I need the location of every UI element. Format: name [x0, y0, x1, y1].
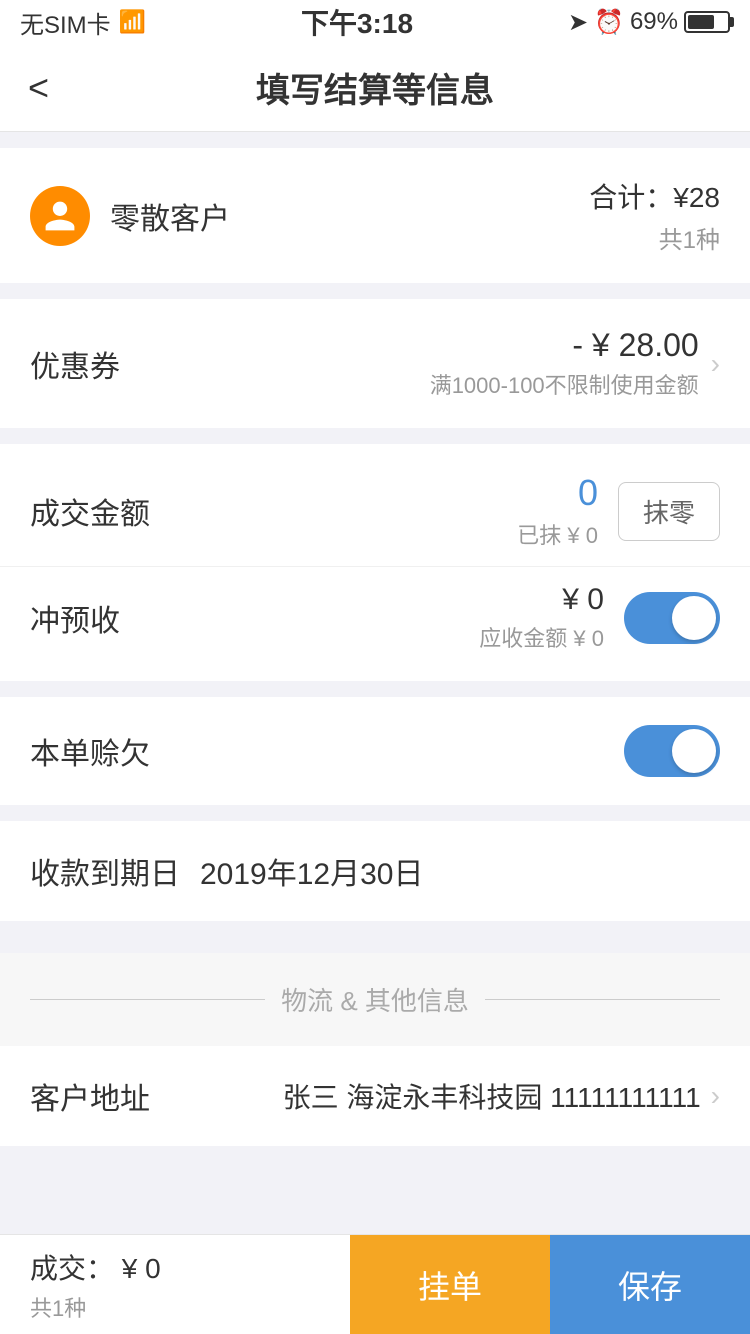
chevron-right-icon: › — [711, 348, 720, 380]
customer-left: 零散客户 — [30, 186, 230, 246]
nav-bar: < 填写结算等信息 — [0, 44, 750, 132]
bottom-count: 共1种 — [30, 1291, 320, 1323]
customer-name: 零散客户 — [110, 194, 230, 238]
customer-right: 合计：¥28 共1种 — [589, 176, 720, 255]
coupon-row[interactable]: 优惠券 - ¥ 28.00 满1000-100不限制使用金额 › — [0, 299, 750, 428]
debt-section: 本单赊欠 — [0, 697, 750, 805]
prepay-receivable: 应收金额 ¥ 0 — [479, 621, 604, 653]
status-time: 下午3:18 — [301, 2, 413, 42]
logistics-divider: 物流 & 其他信息 — [0, 953, 750, 1046]
coupon-discount: - ¥ 28.00 — [430, 327, 699, 364]
back-button[interactable]: < — [28, 67, 49, 109]
prepay-right: ¥ 0 应收金额 ¥ 0 — [479, 583, 720, 653]
status-bar: 无SIM卡 📶 下午3:18 ➤ ⏰ 69% — [0, 0, 750, 44]
amount-right: 0 已抹 ¥ 0 抹零 — [517, 472, 720, 550]
prepay-row: 冲预收 ¥ 0 应收金额 ¥ 0 — [0, 566, 750, 681]
bottom-deal: 成交： ¥ 0 — [30, 1247, 320, 1287]
wifi-icon: 📶 — [119, 9, 146, 35]
prepay-label: 冲预收 — [30, 596, 120, 640]
amount-already: 已抹 ¥ 0 — [517, 518, 598, 550]
logistics-label: 物流 & 其他信息 — [281, 981, 469, 1018]
battery-fill — [688, 15, 714, 29]
amount-value[interactable]: 0 — [517, 472, 598, 514]
debt-toggle[interactable] — [624, 725, 720, 777]
battery-icon — [684, 11, 730, 33]
debt-toggle-thumb — [672, 729, 716, 773]
user-icon — [42, 198, 78, 234]
prepay-value-block: ¥ 0 应收金额 ¥ 0 — [479, 583, 604, 653]
address-row[interactable]: 客户地址 张三 海淀永丰科技园 11111111111 › — [0, 1046, 750, 1146]
status-left: 无SIM卡 📶 — [20, 5, 146, 40]
customer-row: 零散客户 合计：¥28 共1种 — [0, 148, 750, 283]
bottom-deal-amount: ¥ 0 — [122, 1253, 161, 1284]
save-button[interactable]: 保存 — [550, 1235, 750, 1334]
status-right: ➤ ⏰ 69% — [568, 8, 730, 37]
due-date-value: 2019年12月30日 — [200, 849, 423, 893]
customer-count: 共1种 — [589, 220, 720, 255]
amount-section: 成交金额 0 已抹 ¥ 0 抹零 冲预收 ¥ 0 应收金额 ¥ 0 — [0, 444, 750, 681]
page-title: 填写结算等信息 — [256, 63, 494, 112]
address-value: 张三 海淀永丰科技园 11111111111 — [170, 1076, 701, 1116]
address-section[interactable]: 客户地址 张三 海淀永丰科技园 11111111111 › — [0, 1046, 750, 1146]
due-date-section: 收款到期日 2019年12月30日 — [0, 821, 750, 921]
hold-button[interactable]: 挂单 — [350, 1235, 550, 1334]
prepay-toggle[interactable] — [624, 592, 720, 644]
logistics-line-right — [485, 999, 720, 1000]
customer-avatar — [30, 186, 90, 246]
customer-section: 零散客户 合计：¥28 共1种 — [0, 148, 750, 283]
due-date-label: 收款到期日 — [30, 849, 180, 893]
due-date-row: 收款到期日 2019年12月30日 — [30, 849, 720, 893]
coupon-desc: 满1000-100不限制使用金额 — [430, 368, 699, 400]
debt-label: 本单赊欠 — [30, 729, 150, 773]
logistics-line-left — [30, 999, 265, 1000]
section-gap — [0, 937, 750, 953]
address-label: 客户地址 — [30, 1074, 150, 1118]
toggle-thumb — [672, 596, 716, 640]
round-button[interactable]: 抹零 — [618, 482, 720, 541]
battery-percent: 69% — [630, 8, 678, 36]
amount-label: 成交金额 — [30, 489, 150, 533]
coupon-right: - ¥ 28.00 满1000-100不限制使用金额 › — [430, 327, 720, 400]
location-icon: ➤ — [568, 8, 588, 37]
alarm-icon: ⏰ — [594, 8, 624, 37]
coupon-label: 优惠券 — [30, 342, 120, 386]
amount-row: 成交金额 0 已抹 ¥ 0 抹零 — [0, 444, 750, 566]
bottom-deal-label: 成交： — [30, 1253, 114, 1284]
bottom-bar: 成交： ¥ 0 共1种 挂单 保存 — [0, 1234, 750, 1334]
carrier-text: 无SIM卡 — [20, 5, 111, 40]
amount-input-block: 0 已抹 ¥ 0 — [517, 472, 598, 550]
customer-total: 合计：¥28 — [589, 176, 720, 216]
prepay-amount: ¥ 0 — [479, 583, 604, 617]
bottom-summary: 成交： ¥ 0 共1种 — [0, 1247, 350, 1323]
coupon-section[interactable]: 优惠券 - ¥ 28.00 满1000-100不限制使用金额 › — [0, 299, 750, 428]
coupon-value-block: - ¥ 28.00 满1000-100不限制使用金额 — [430, 327, 699, 400]
content-wrapper: 零散客户 合计：¥28 共1种 优惠券 - ¥ 28.00 满1000-100不… — [0, 148, 750, 1272]
address-chevron-icon: › — [711, 1080, 720, 1112]
